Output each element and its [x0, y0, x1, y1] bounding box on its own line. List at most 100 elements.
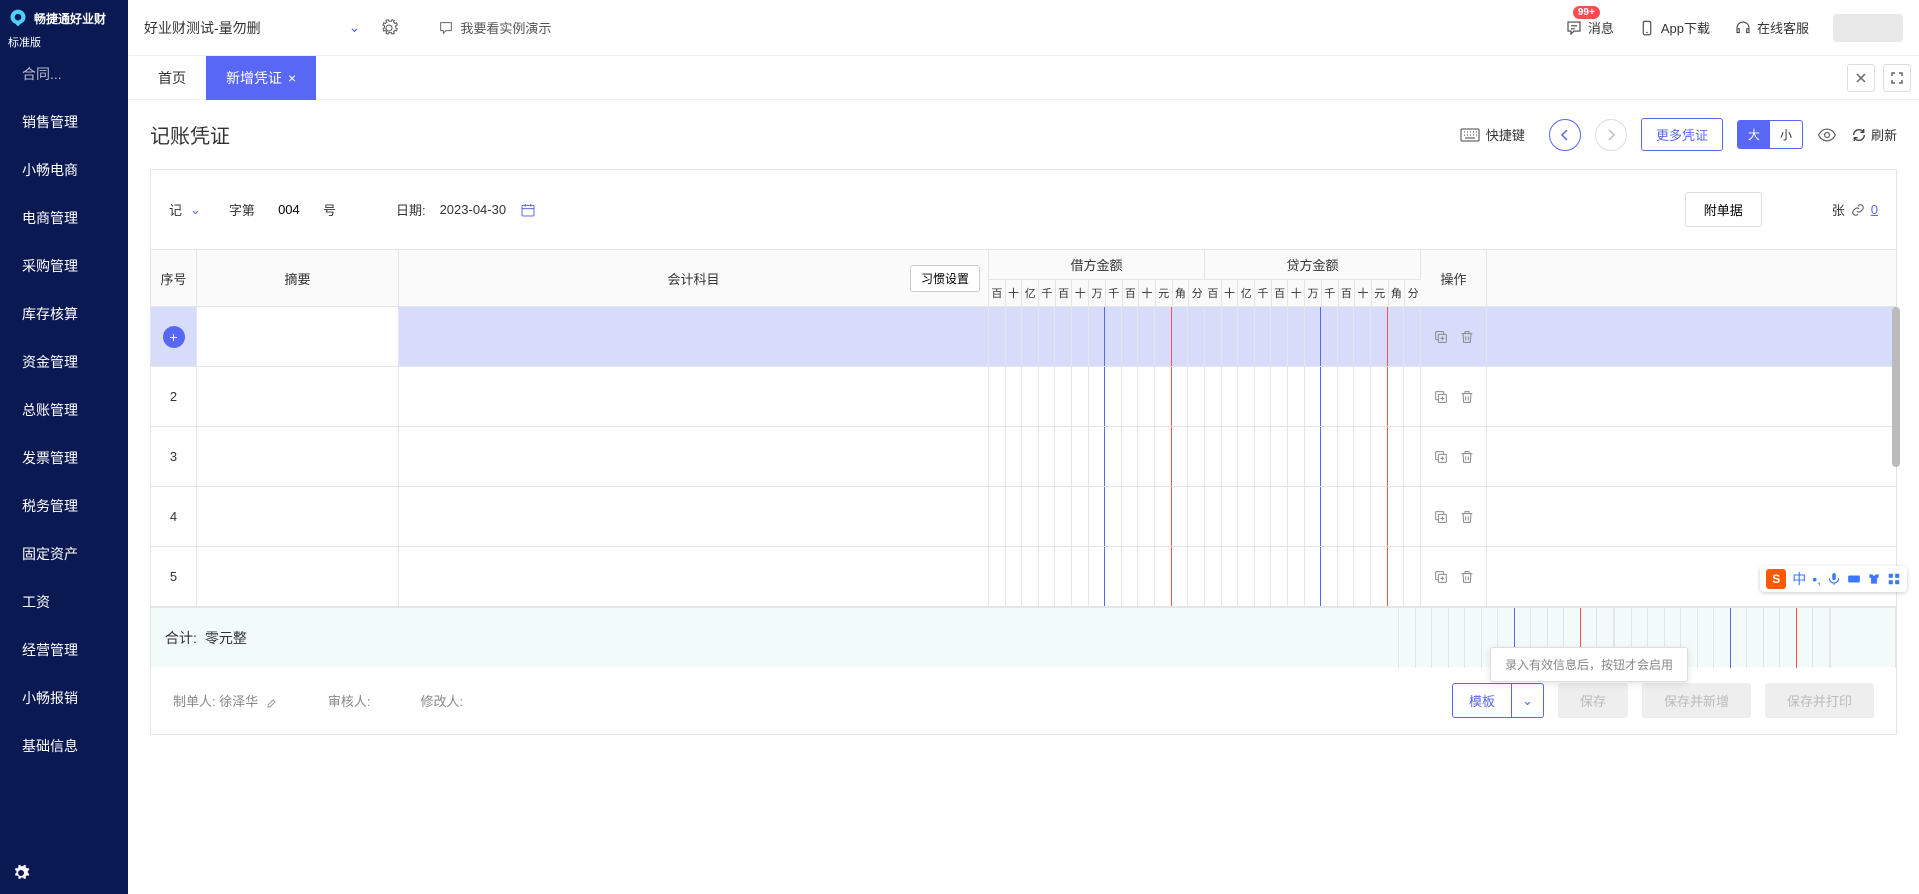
ime-punct-icon[interactable]: •,: [1812, 571, 1821, 587]
amount-cell[interactable]: [1172, 427, 1189, 486]
amount-cell[interactable]: [1388, 487, 1405, 546]
amount-cell[interactable]: [1404, 487, 1420, 546]
amount-cell[interactable]: [1305, 487, 1322, 546]
amount-cell[interactable]: [1188, 367, 1204, 426]
messages-button[interactable]: 99+ 消息: [1565, 18, 1614, 37]
amount-cell[interactable]: [1089, 427, 1106, 486]
date-value[interactable]: 2023-04-30: [440, 202, 507, 217]
habit-settings-button[interactable]: 习惯设置: [910, 265, 980, 292]
delete-row-icon[interactable]: [1459, 329, 1475, 345]
amount-cell[interactable]: [1188, 487, 1204, 546]
cell-summary[interactable]: [197, 307, 399, 366]
amount-cell[interactable]: [1288, 547, 1305, 606]
amount-cell[interactable]: [1138, 427, 1155, 486]
amount-cell[interactable]: [1698, 608, 1715, 668]
summary-input[interactable]: [203, 313, 392, 328]
amount-cell[interactable]: [1271, 367, 1288, 426]
amount-cell[interactable]: [1155, 307, 1172, 366]
sidebar-item-tax[interactable]: 税务管理: [0, 482, 128, 530]
project-selector[interactable]: 好业财测试-量勿删 ⌄: [144, 18, 360, 38]
ime-widget[interactable]: S 中 •,: [1760, 566, 1907, 592]
amount-cell[interactable]: [1122, 547, 1139, 606]
amount-cell[interactable]: [1764, 608, 1781, 668]
amount-cell[interactable]: [1780, 608, 1797, 668]
amount-cell[interactable]: [1089, 367, 1106, 426]
amount-cell[interactable]: [1222, 427, 1239, 486]
amount-cell[interactable]: [1022, 307, 1039, 366]
amount-cell[interactable]: [1105, 547, 1122, 606]
cell-credit[interactable]: [1205, 367, 1421, 426]
cell-summary[interactable]: [197, 427, 399, 486]
delete-row-icon[interactable]: [1459, 389, 1475, 405]
amount-cell[interactable]: [1388, 367, 1405, 426]
cell-debit[interactable]: [989, 547, 1205, 606]
amount-cell[interactable]: [1432, 608, 1449, 668]
amount-cell[interactable]: [1321, 367, 1338, 426]
amount-cell[interactable]: [989, 307, 1006, 366]
copy-row-icon[interactable]: [1433, 449, 1449, 465]
ime-keyboard-icon[interactable]: [1847, 572, 1861, 586]
avatar[interactable]: [1833, 14, 1903, 42]
amount-cell[interactable]: [1039, 367, 1056, 426]
amount-cell[interactable]: [1039, 427, 1056, 486]
amount-cell[interactable]: [1255, 307, 1272, 366]
amount-cell[interactable]: [1039, 487, 1056, 546]
amount-cell[interactable]: [1305, 427, 1322, 486]
sidebar-settings[interactable]: [0, 852, 128, 894]
amount-cell[interactable]: [1022, 547, 1039, 606]
amount-cell[interactable]: [1797, 608, 1814, 668]
ime-tools-icon[interactable]: [1887, 572, 1901, 586]
amount-cell[interactable]: [1122, 427, 1139, 486]
amount-cell[interactable]: [1255, 367, 1272, 426]
sidebar-item-expense[interactable]: 小畅报销: [0, 674, 128, 722]
amount-cell[interactable]: [1388, 427, 1405, 486]
next-button[interactable]: [1595, 119, 1627, 151]
amount-cell[interactable]: [1122, 307, 1139, 366]
attach-button[interactable]: 附单据: [1685, 192, 1762, 227]
amount-cell[interactable]: [1288, 487, 1305, 546]
amount-cell[interactable]: [1338, 367, 1355, 426]
demo-link[interactable]: 我要看实例演示: [438, 18, 551, 37]
sidebar-item-basic[interactable]: 基础信息: [0, 722, 128, 770]
amount-cell[interactable]: [1089, 547, 1106, 606]
link-icon[interactable]: [1851, 203, 1865, 217]
amount-cell[interactable]: [1089, 307, 1106, 366]
cell-debit[interactable]: [989, 427, 1205, 486]
amount-cell[interactable]: [1465, 608, 1482, 668]
size-toggle[interactable]: 大 小: [1737, 120, 1803, 149]
amount-cell[interactable]: [1222, 487, 1239, 546]
amount-cell[interactable]: [1205, 427, 1222, 486]
amount-cell[interactable]: [1288, 427, 1305, 486]
sidebar-item-partial[interactable]: 合同...: [0, 60, 128, 98]
amount-cell[interactable]: [1238, 307, 1255, 366]
amount-cell[interactable]: [1022, 367, 1039, 426]
amount-cell[interactable]: [1105, 427, 1122, 486]
amount-cell[interactable]: [1155, 367, 1172, 426]
attach-count[interactable]: 0: [1871, 202, 1878, 217]
amount-cell[interactable]: [1172, 547, 1189, 606]
amount-cell[interactable]: [1188, 307, 1204, 366]
amount-cell[interactable]: [1321, 307, 1338, 366]
amount-cell[interactable]: [1172, 487, 1189, 546]
calendar-icon[interactable]: [520, 202, 536, 218]
amount-cell[interactable]: [1714, 608, 1731, 668]
copy-row-icon[interactable]: [1433, 389, 1449, 405]
sidebar-item-inventory[interactable]: 库存核算: [0, 290, 128, 338]
add-row-button[interactable]: +: [163, 326, 185, 348]
amount-cell[interactable]: [1255, 487, 1272, 546]
amount-cell[interactable]: [1205, 547, 1222, 606]
amount-cell[interactable]: [1404, 367, 1420, 426]
amount-cell[interactable]: [1238, 367, 1255, 426]
amount-cell[interactable]: [1238, 487, 1255, 546]
amount-cell[interactable]: [1271, 427, 1288, 486]
amount-cell[interactable]: [1271, 547, 1288, 606]
amount-cell[interactable]: [1138, 547, 1155, 606]
amount-cell[interactable]: [1006, 547, 1023, 606]
amount-cell[interactable]: [1731, 608, 1748, 668]
amount-cell[interactable]: [1055, 487, 1072, 546]
fullscreen-button[interactable]: [1883, 64, 1911, 92]
amount-cell[interactable]: [1072, 307, 1089, 366]
amount-cell[interactable]: [1222, 547, 1239, 606]
cell-credit[interactable]: [1205, 547, 1421, 606]
cell-subject[interactable]: [399, 367, 989, 426]
